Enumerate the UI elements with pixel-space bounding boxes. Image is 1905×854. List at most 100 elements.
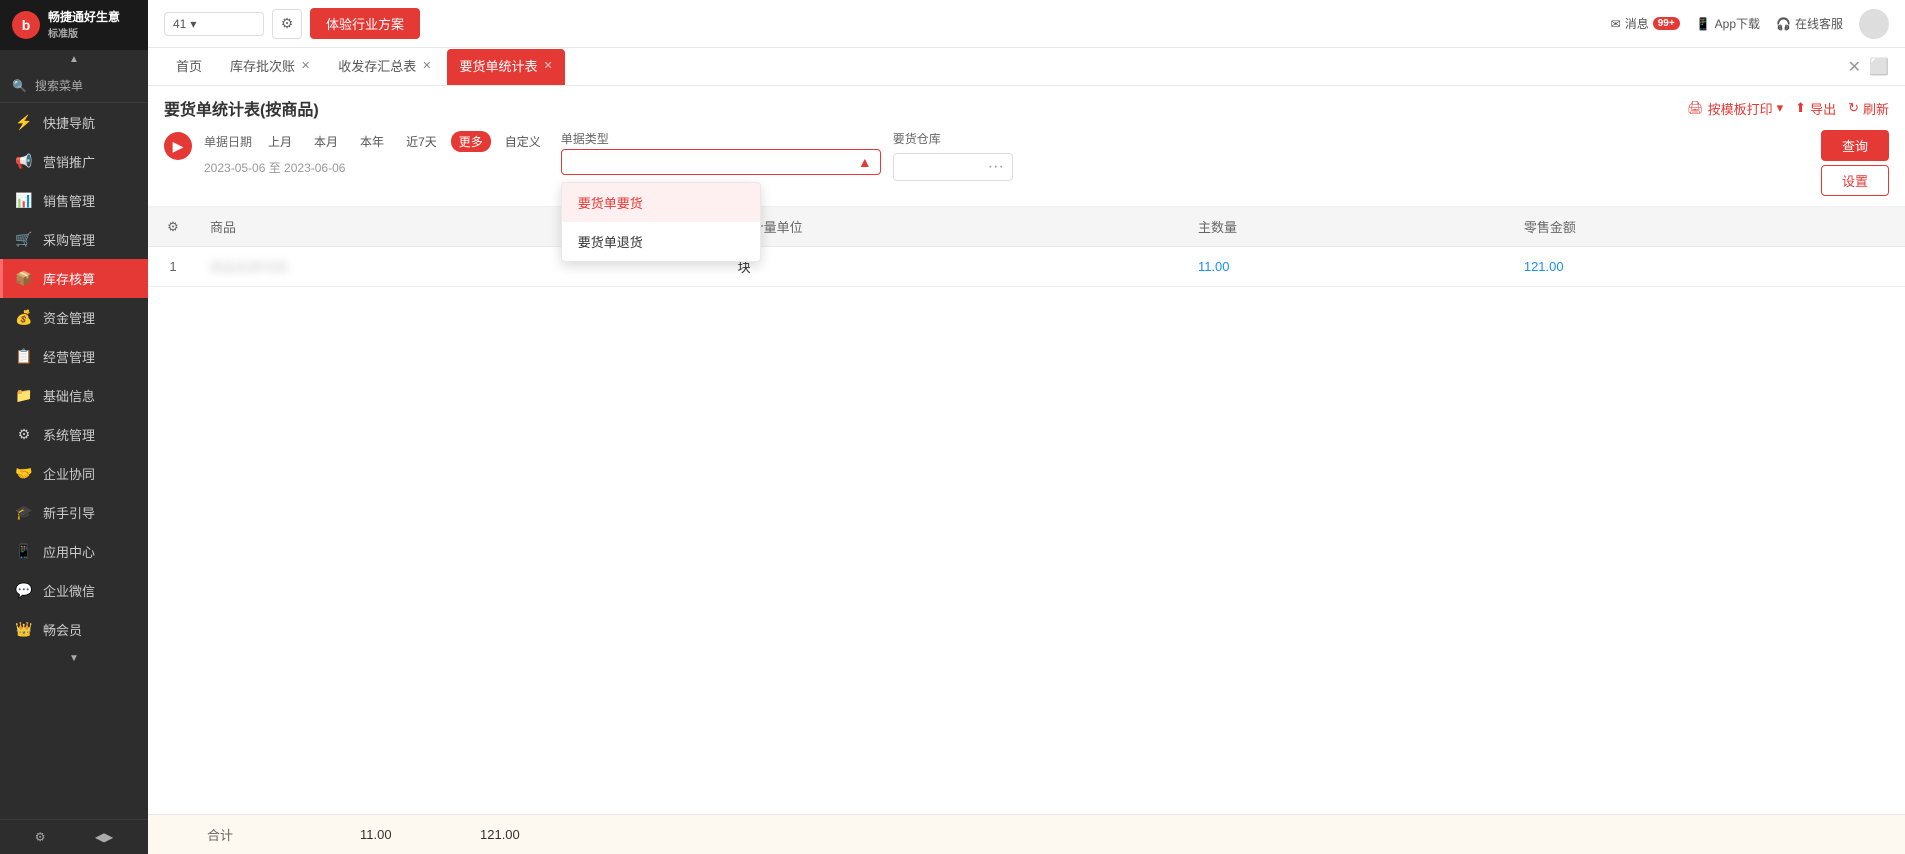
filter-bar: ▶ 单据日期 上月 本月 本年 近7天 更多 自定义 2023-05-06 至 … [148, 120, 1905, 207]
operations-icon: 📋 [15, 348, 33, 365]
export-icon: ⬆ [1795, 100, 1806, 116]
table-body: 1 商品名称代码 块 11.00 121.00 [148, 247, 1905, 287]
page-title: 要货单统计表(按商品) [164, 96, 319, 120]
date-option-7days[interactable]: 近7天 [398, 130, 445, 153]
tab-inventory-batch-close[interactable]: ✕ [301, 59, 310, 72]
sidebar-item-enterprise[interactable]: 🤝 企业协同 [0, 454, 148, 493]
tab-home[interactable]: 首页 [164, 49, 214, 85]
date-option-this-month[interactable]: 本月 [306, 130, 346, 153]
tabs-window-btns: ✕ ⬜ [1848, 57, 1889, 77]
store-selector[interactable]: 41 ▾ [164, 12, 264, 36]
type-dropdown-chevron[interactable]: ▲ [858, 154, 872, 170]
sidebar-item-sales[interactable]: 📊 销售管理 [0, 181, 148, 220]
warehouse-filter-group: 要货仓库 ··· [893, 130, 1013, 181]
user-avatar-area[interactable] [1859, 9, 1889, 39]
notification-btn[interactable]: ✉ 消息 99+ [1611, 15, 1680, 32]
row-unit: 块 [726, 247, 1186, 287]
online-service-btn[interactable]: 🎧 在线客服 [1776, 15, 1843, 32]
sidebar-search[interactable]: 🔍 搜索菜单 [0, 69, 148, 103]
trial-industry-btn[interactable]: 体验行业方案 [310, 8, 420, 39]
tab-receivable-summary-close[interactable]: ✕ [422, 59, 431, 72]
window-close-btn[interactable]: ✕ [1848, 57, 1861, 77]
dropdown-item-order-goods[interactable]: 要货单要货 [562, 183, 760, 222]
member-icon: 👑 [15, 621, 33, 638]
sidebar-item-marketing[interactable]: 📢 营销推广 [0, 142, 148, 181]
row-amount[interactable]: 121.00 [1512, 247, 1905, 287]
topbar-right: ✉ 消息 99+ 📱 App下载 🎧 在线客服 [1611, 9, 1889, 39]
sidebar-scroll-up[interactable]: ▲ [0, 50, 148, 69]
refresh-label: 刷新 [1863, 99, 1889, 118]
filter-expand-btn[interactable]: ▶ [164, 132, 192, 160]
sidebar-item-quick-nav[interactable]: ⚡ 快捷导航 [0, 103, 148, 142]
date-option-more[interactable]: 更多 [451, 131, 491, 152]
app-download-icon: 📱 [1696, 17, 1711, 31]
sidebar-item-label: 企业微信 [43, 581, 95, 600]
col-settings[interactable]: ⚙ [148, 207, 198, 247]
appstore-icon: 📱 [15, 543, 33, 560]
warehouse-dots-icon[interactable]: ··· [988, 158, 1004, 176]
date-option-last-month[interactable]: 上月 [260, 130, 300, 153]
notification-badge: 99+ [1653, 17, 1680, 30]
footer-amount: 121.00 [480, 827, 600, 842]
basic-icon: 📁 [15, 387, 33, 404]
sidebar-item-purchase[interactable]: 🛒 采购管理 [0, 220, 148, 259]
print-icon: 🖨 [1687, 100, 1704, 116]
tab-order-stat-label: 要货单统计表 [459, 56, 537, 75]
store-name: 41 [173, 17, 186, 31]
user-avatar [1859, 9, 1889, 39]
dropdown-item-order-return[interactable]: 要货单退货 [562, 222, 760, 261]
type-label: 单据类型 [561, 130, 881, 147]
page-actions: 🖨 按模板打印 ▾ ⬆ 导出 ↻ 刷新 [1687, 99, 1889, 118]
sidebar-item-operations[interactable]: 📋 经营管理 [0, 337, 148, 376]
sidebar-item-label: 畅会员 [43, 620, 82, 639]
refresh-btn[interactable]: ↻ 刷新 [1848, 99, 1889, 118]
footer-label: 合计 [160, 825, 360, 844]
warehouse-input[interactable]: ··· [893, 153, 1013, 181]
sidebar-item-member[interactable]: 👑 畅会员 [0, 610, 148, 649]
type-input-wrapper[interactable]: ▲ [561, 149, 881, 175]
tab-inventory-batch[interactable]: 库存批次账 ✕ [218, 49, 322, 85]
date-filter-group: 单据日期 上月 本月 本年 近7天 更多 自定义 2023-05-06 至 20… [204, 130, 549, 176]
sidebar-item-inventory[interactable]: 📦 库存核算 [0, 259, 148, 298]
tab-receivable-summary[interactable]: 收发存汇总表 ✕ [326, 49, 443, 85]
sidebar-item-label: 经营管理 [43, 347, 95, 366]
tab-inventory-batch-label: 库存批次账 [230, 56, 295, 75]
window-maximize-btn[interactable]: ⬜ [1869, 57, 1889, 77]
main-content: 41 ▾ ⚙ 体验行业方案 ✉ 消息 99+ 📱 App下载 🎧 在线客服 [148, 0, 1905, 854]
sidebar-settings-btn[interactable]: ⚙ [35, 830, 46, 844]
sidebar-collapse-btn[interactable]: ◀▶ [95, 830, 113, 844]
date-option-custom[interactable]: 自定义 [497, 130, 549, 153]
type-input[interactable] [570, 155, 858, 170]
sidebar-item-appstore[interactable]: 📱 应用中心 [0, 532, 148, 571]
date-option-this-year[interactable]: 本年 [352, 130, 392, 153]
filter-settings-btn[interactable]: 设置 [1821, 165, 1889, 196]
sidebar-item-finance[interactable]: 💰 资金管理 [0, 298, 148, 337]
type-filter-group: 单据类型 ▲ 要货单要货 要货单退货 [561, 130, 881, 175]
col-unit: 主计量单位 [726, 207, 1186, 247]
export-btn[interactable]: ⬆ 导出 [1795, 99, 1836, 118]
page-content: 要货单统计表(按商品) 🖨 按模板打印 ▾ ⬆ 导出 ↻ 刷新 ▶ [148, 86, 1905, 854]
sidebar-item-weixin[interactable]: 💬 企业微信 [0, 571, 148, 610]
sidebar-item-system[interactable]: ⚙ 系统管理 [0, 415, 148, 454]
tab-order-stat[interactable]: 要货单统计表 ✕ [447, 49, 564, 85]
app-name: 畅捷通好生意 [48, 10, 120, 26]
table-header: ⚙ 商品 主计量单位 主数量 零售金额 [148, 207, 1905, 247]
print-btn[interactable]: 🖨 按模板打印 ▾ [1687, 99, 1783, 118]
sidebar-scroll-down[interactable]: ▼ [0, 649, 148, 668]
sidebar-item-basic[interactable]: 📁 基础信息 [0, 376, 148, 415]
row-qty[interactable]: 11.00 [1186, 247, 1512, 287]
sidebar-item-label: 新手引导 [43, 503, 95, 522]
store-dropdown-icon: ▾ [190, 17, 196, 31]
sidebar-item-guide[interactable]: 🎓 新手引导 [0, 493, 148, 532]
app-download-btn[interactable]: 📱 App下载 [1696, 15, 1760, 32]
tabs-bar: 首页 库存批次账 ✕ 收发存汇总表 ✕ 要货单统计表 ✕ ✕ ⬜ [148, 48, 1905, 86]
notification-icon: ✉ [1611, 17, 1621, 31]
app-logo: b 畅捷通好生意 标准版 [0, 0, 148, 50]
tab-order-stat-close[interactable]: ✕ [544, 59, 553, 72]
col-amount: 零售金额 [1512, 207, 1905, 247]
date-range: 2023-05-06 至 2023-06-06 [204, 159, 549, 176]
query-btn[interactable]: 查询 [1821, 130, 1889, 161]
topbar: 41 ▾ ⚙ 体验行业方案 ✉ 消息 99+ 📱 App下载 🎧 在线客服 [148, 0, 1905, 48]
col-settings-icon[interactable]: ⚙ [167, 219, 179, 234]
topbar-settings-btn[interactable]: ⚙ [272, 9, 302, 39]
